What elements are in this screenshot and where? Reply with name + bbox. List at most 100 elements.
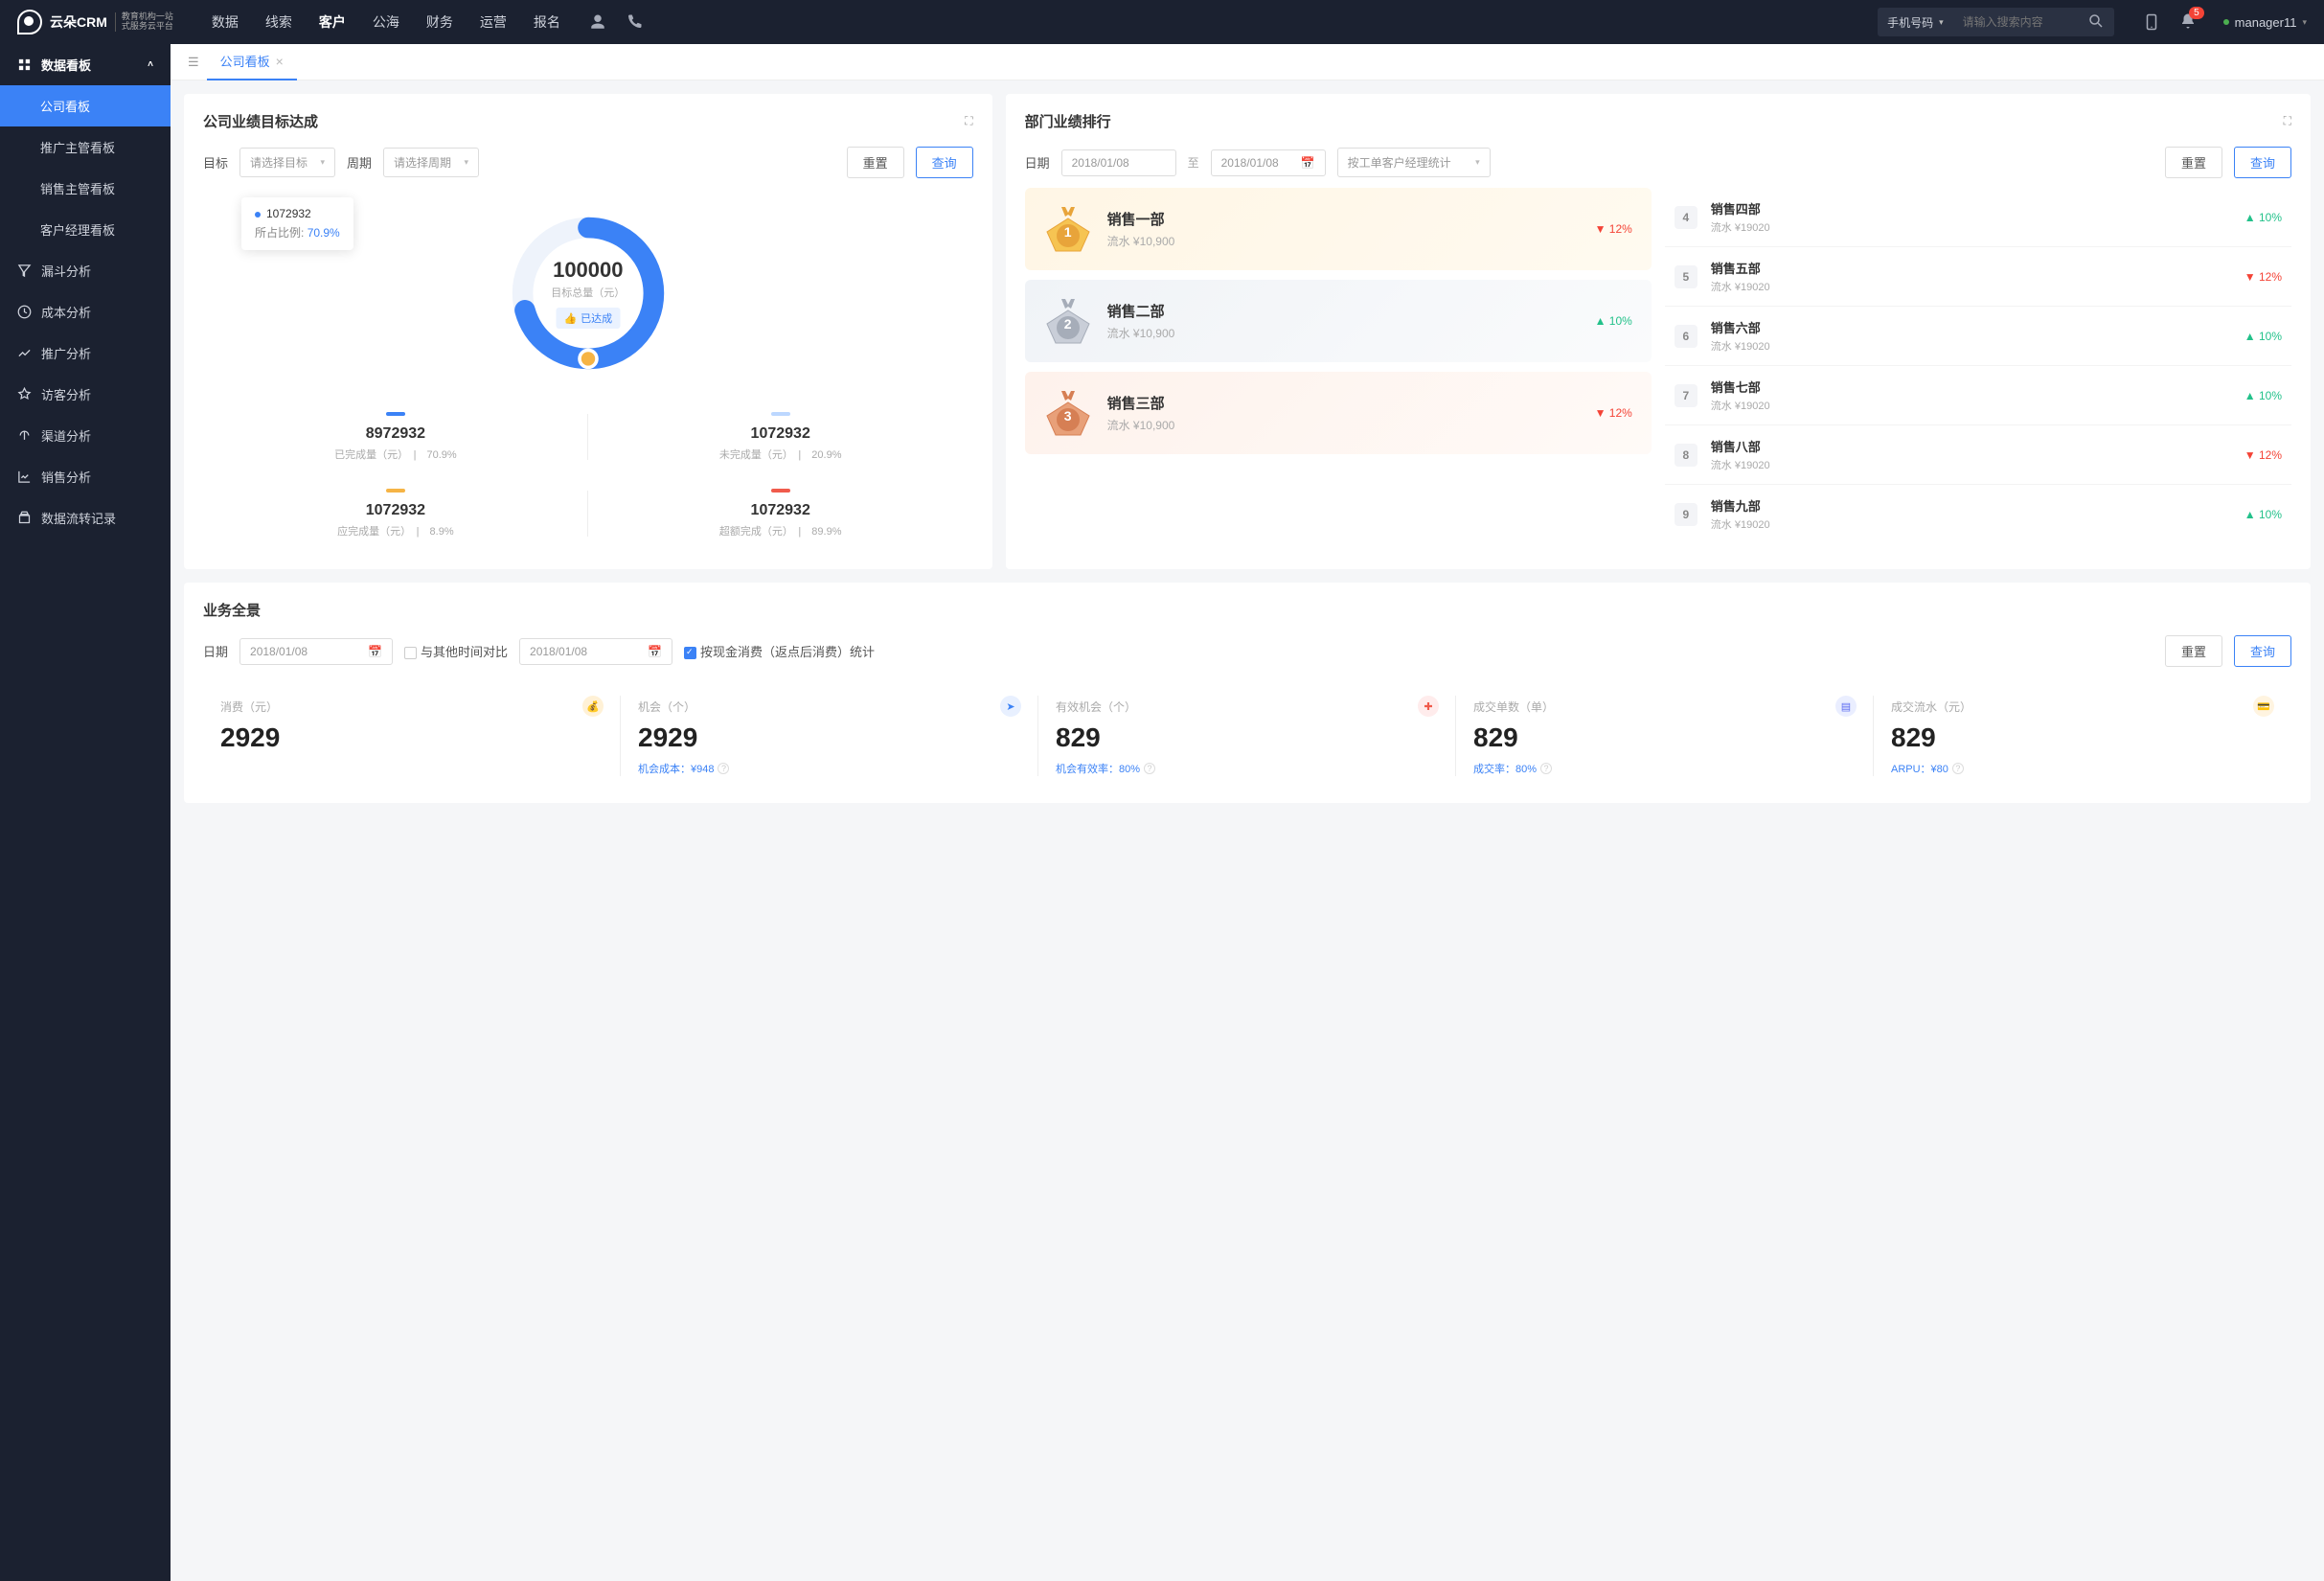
search-button[interactable] xyxy=(2078,12,2114,33)
rank-row[interactable]: 7销售七部流水 ¥19020▲ 10% xyxy=(1665,366,2291,425)
query-button[interactable]: 查询 xyxy=(2234,635,2291,667)
sidebar-item-访客分析[interactable]: 访客分析 xyxy=(0,374,171,415)
card-icon: ✚ xyxy=(1418,696,1439,717)
help-icon[interactable]: ? xyxy=(1540,763,1552,774)
chevron-down-icon: ▾ xyxy=(2302,17,2307,28)
nav-icon xyxy=(17,387,32,401)
trend-indicator: ▼ 12% xyxy=(2244,270,2282,284)
nav-icon xyxy=(17,511,32,525)
tab-company-dashboard[interactable]: 公司看板 × xyxy=(207,44,297,80)
trend-indicator: ▲ 10% xyxy=(2244,330,2282,343)
sidebar-item-数据流转记录[interactable]: 数据流转记录 xyxy=(0,497,171,538)
dashboard-icon xyxy=(17,57,32,72)
overview-card: 成交单数（单）▤829成交率：80% ? xyxy=(1456,686,1874,786)
trend-indicator: ▲ 10% xyxy=(2244,508,2282,521)
trend-indicator: ▲ 10% xyxy=(2244,211,2282,224)
nav-客户[interactable]: 客户 xyxy=(319,12,346,32)
nav-报名[interactable]: 报名 xyxy=(534,12,560,32)
help-icon[interactable]: ? xyxy=(718,763,729,774)
medal-icon: 3 xyxy=(1044,389,1092,437)
brand-sub: 教育机构一站 式服务云平台 xyxy=(115,12,173,32)
sidebar-item-公司看板[interactable]: 公司看板 xyxy=(0,85,171,126)
collapse-sidebar-button[interactable]: ☰ xyxy=(180,55,207,70)
rank-row[interactable]: 5销售五部流水 ¥19020▼ 12% xyxy=(1665,247,2291,307)
date-to-input[interactable]: 2018/01/08📅 xyxy=(1211,149,1326,176)
topbar: 云朵CRM 教育机构一站 式服务云平台 数据 线索 客户 公海 财务 运营 报名 手机号码▾… xyxy=(0,0,2324,44)
label-target: 目标 xyxy=(203,153,228,172)
sidebar-item-销售分析[interactable]: 销售分析 xyxy=(0,456,171,497)
thumbs-up-icon: 👍 xyxy=(563,312,577,325)
goal-metric: 8972932已完成量（元） | 70.9% xyxy=(203,399,588,475)
search-bar: 手机号码▾ xyxy=(1878,8,2114,36)
medal-icon: 1 xyxy=(1044,205,1092,253)
goal-metric: 1072932未完成量（元） | 20.9% xyxy=(588,399,973,475)
nav-icon xyxy=(17,346,32,360)
rank-row[interactable]: 4销售四部流水 ¥19020▲ 10% xyxy=(1665,188,2291,247)
tab-bar: ☰ 公司看板 × xyxy=(171,44,2324,80)
person-icon[interactable] xyxy=(589,13,606,31)
reset-button[interactable]: 重置 xyxy=(847,147,904,178)
sidebar-item-推广主管看板[interactable]: 推广主管看板 xyxy=(0,126,171,168)
status-dot-icon xyxy=(2223,19,2229,25)
user-name: manager11 xyxy=(2235,15,2297,30)
sidebar-item-客户经理看板[interactable]: 客户经理看板 xyxy=(0,209,171,250)
card-icon: ▤ xyxy=(1835,696,1857,717)
rank-card-1[interactable]: 1销售一部流水 ¥10,900▼ 12% xyxy=(1025,188,1652,270)
date-input[interactable]: 2018/01/08📅 xyxy=(239,638,393,665)
reset-button[interactable]: 重置 xyxy=(2165,635,2222,667)
sidebar-item-推广分析[interactable]: 推广分析 xyxy=(0,332,171,374)
user-menu[interactable]: manager11 ▾ xyxy=(2223,15,2307,30)
rank-card-3[interactable]: 3销售三部流水 ¥10,900▼ 12% xyxy=(1025,372,1652,454)
sidebar-item-漏斗分析[interactable]: 漏斗分析 xyxy=(0,250,171,291)
help-icon[interactable]: ? xyxy=(1952,763,1964,774)
trend-indicator: ▼ 12% xyxy=(2244,448,2282,462)
reset-button[interactable]: 重置 xyxy=(2165,147,2222,178)
nav-icon xyxy=(17,470,32,484)
rank-row[interactable]: 9销售九部流水 ¥19020▲ 10% xyxy=(1665,485,2291,543)
checkbox-cash[interactable]: 按现金消费（返点后消费）统计 xyxy=(684,642,875,660)
mobile-icon[interactable] xyxy=(2143,13,2160,31)
rank-card-2[interactable]: 2销售二部流水 ¥10,900▲ 10% xyxy=(1025,280,1652,362)
select-groupby[interactable]: 按工单客户经理统计▾ xyxy=(1337,148,1491,177)
label-date: 日期 xyxy=(203,642,228,660)
date-compare-input[interactable]: 2018/01/08📅 xyxy=(519,638,672,665)
logo[interactable]: 云朵CRM 教育机构一站 式服务云平台 xyxy=(17,10,173,34)
notification-button[interactable]: 5 xyxy=(2179,12,2197,33)
select-target[interactable]: 请选择目标▾ xyxy=(239,148,335,177)
nav-线索[interactable]: 线索 xyxy=(265,12,292,32)
nav-icon xyxy=(17,264,32,278)
checkbox-compare[interactable]: 与其他时间对比 xyxy=(404,642,508,660)
sidebar-item-渠道分析[interactable]: 渠道分析 xyxy=(0,415,171,456)
sidebar: 数据看板 ˄ 公司看板推广主管看板销售主管看板客户经理看板 漏斗分析成本分析推广… xyxy=(0,44,171,1581)
help-icon[interactable]: ? xyxy=(1144,763,1155,774)
query-button[interactable]: 查询 xyxy=(916,147,973,178)
rank-row[interactable]: 8销售八部流水 ¥19020▼ 12% xyxy=(1665,425,2291,485)
phone-icon[interactable] xyxy=(626,13,643,31)
goal-metric: 1072932超额完成（元） | 89.9% xyxy=(588,475,973,552)
sidebar-item-销售主管看板[interactable]: 销售主管看板 xyxy=(0,168,171,209)
nav-运营[interactable]: 运营 xyxy=(480,12,507,32)
nav-公海[interactable]: 公海 xyxy=(373,12,399,32)
card-icon: ➤ xyxy=(1000,696,1021,717)
chart-tooltip: 1072932 所占比例: 70.9% xyxy=(241,197,353,250)
sidebar-item-成本分析[interactable]: 成本分析 xyxy=(0,291,171,332)
search-input[interactable] xyxy=(1953,15,2078,29)
expand-button[interactable]: ⛶ xyxy=(965,114,972,128)
card-icon: 💰 xyxy=(582,696,604,717)
label-date: 日期 xyxy=(1025,153,1050,172)
notification-badge: 5 xyxy=(2189,7,2204,19)
rank-row[interactable]: 6销售六部流水 ¥19020▲ 10% xyxy=(1665,307,2291,366)
nav-财务[interactable]: 财务 xyxy=(426,12,453,32)
panel-goal-title: 公司业绩目标达成 xyxy=(203,111,318,131)
expand-button[interactable]: ⛶ xyxy=(2284,114,2291,128)
top-nav: 数据 线索 客户 公海 财务 运营 报名 xyxy=(212,12,560,32)
sidebar-group-dashboard[interactable]: 数据看板 ˄ xyxy=(0,44,171,85)
search-type-select[interactable]: 手机号码▾ xyxy=(1878,9,1953,36)
overview-card: 有效机会（个）✚829机会有效率：80% ? xyxy=(1038,686,1456,786)
select-period[interactable]: 请选择周期▾ xyxy=(383,148,479,177)
trend-indicator: ▼ 12% xyxy=(1595,222,1632,236)
date-from-input[interactable]: 2018/01/08 xyxy=(1061,149,1176,176)
query-button[interactable]: 查询 xyxy=(2234,147,2291,178)
nav-数据[interactable]: 数据 xyxy=(212,12,239,32)
close-icon[interactable]: × xyxy=(276,54,284,69)
